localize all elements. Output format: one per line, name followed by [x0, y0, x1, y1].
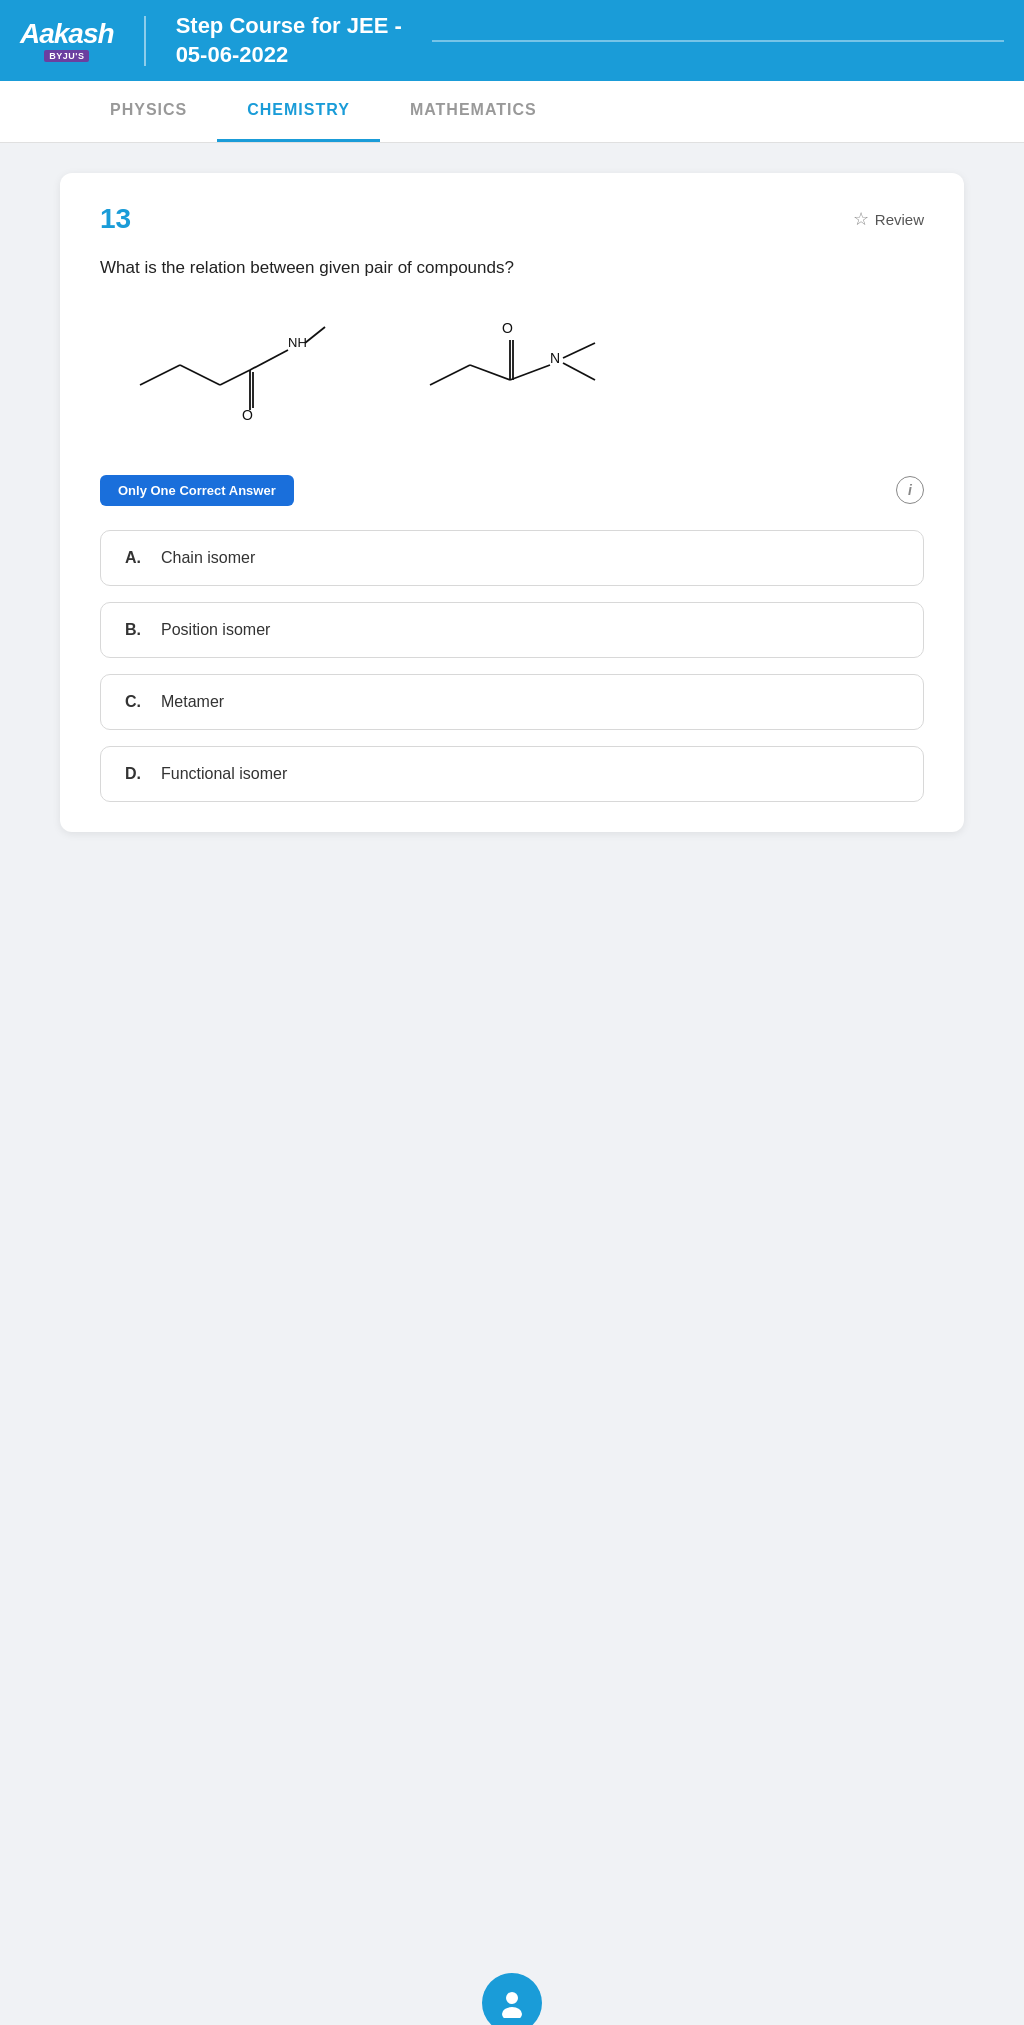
svg-line-0 [140, 365, 180, 385]
option-a-letter: A. [125, 549, 145, 567]
option-c-letter: C. [125, 693, 145, 711]
svg-point-19 [502, 2007, 522, 2018]
answer-type-row: Only One Correct Answer i [100, 475, 924, 506]
svg-line-10 [470, 365, 510, 380]
svg-text:N: N [550, 350, 560, 366]
app-header: Aakash BYJU'S Step Course for JEE - 05-0… [0, 0, 1024, 81]
avatar-icon [497, 1988, 527, 2018]
chemical-structures: O NH O N [100, 305, 924, 445]
svg-text:O: O [242, 407, 253, 423]
logo-text: Aakash [20, 20, 114, 48]
info-icon[interactable]: i [896, 476, 924, 504]
question-number: 13 [100, 203, 131, 235]
option-b[interactable]: B. Position isomer [100, 602, 924, 658]
header-title: Step Course for JEE - 05-06-2022 [176, 12, 402, 69]
option-b-text: Position isomer [161, 621, 270, 639]
svg-line-8 [305, 327, 325, 343]
header-line [432, 40, 1004, 42]
tab-mathematics[interactable]: MATHEMATICS [380, 81, 567, 142]
review-button[interactable]: ☆ Review [853, 208, 924, 230]
svg-line-14 [510, 365, 550, 380]
structure-1: O NH [120, 315, 320, 435]
svg-line-6 [250, 350, 288, 370]
option-d[interactable]: D. Functional isomer [100, 746, 924, 802]
logo-badge: BYJU'S [44, 50, 89, 62]
option-d-letter: D. [125, 765, 145, 783]
svg-text:O: O [502, 320, 513, 336]
option-a[interactable]: A. Chain isomer [100, 530, 924, 586]
question-card: 13 ☆ Review What is the relation between… [60, 173, 964, 832]
footer [0, 1943, 1024, 2025]
footer-avatar [482, 1973, 542, 2025]
answer-type-badge: Only One Correct Answer [100, 475, 294, 506]
logo: Aakash BYJU'S [20, 20, 114, 62]
option-a-text: Chain isomer [161, 549, 255, 567]
options-container: A. Chain isomer B. Position isomer C. Me… [100, 530, 924, 802]
option-c[interactable]: C. Metamer [100, 674, 924, 730]
svg-line-9 [430, 365, 470, 385]
option-d-text: Functional isomer [161, 765, 287, 783]
option-b-letter: B. [125, 621, 145, 639]
star-icon: ☆ [853, 208, 869, 230]
review-label: Review [875, 211, 924, 228]
option-c-text: Metamer [161, 693, 224, 711]
main-content: 13 ☆ Review What is the relation between… [0, 143, 1024, 1943]
svg-line-2 [220, 370, 250, 385]
structure-2: O N [420, 315, 640, 435]
bottom-space [60, 832, 964, 1632]
svg-line-1 [180, 365, 220, 385]
svg-line-16 [563, 343, 595, 358]
svg-point-18 [506, 1992, 518, 2004]
question-text: What is the relation between given pair … [100, 255, 924, 281]
tab-chemistry[interactable]: CHEMISTRY [217, 81, 380, 142]
header-divider [144, 16, 146, 66]
tab-navigation: PHYSICS CHEMISTRY MATHEMATICS [0, 81, 1024, 143]
svg-line-17 [563, 363, 595, 380]
tab-physics[interactable]: PHYSICS [80, 81, 217, 142]
svg-text:NH: NH [288, 335, 307, 350]
question-header: 13 ☆ Review [100, 203, 924, 235]
